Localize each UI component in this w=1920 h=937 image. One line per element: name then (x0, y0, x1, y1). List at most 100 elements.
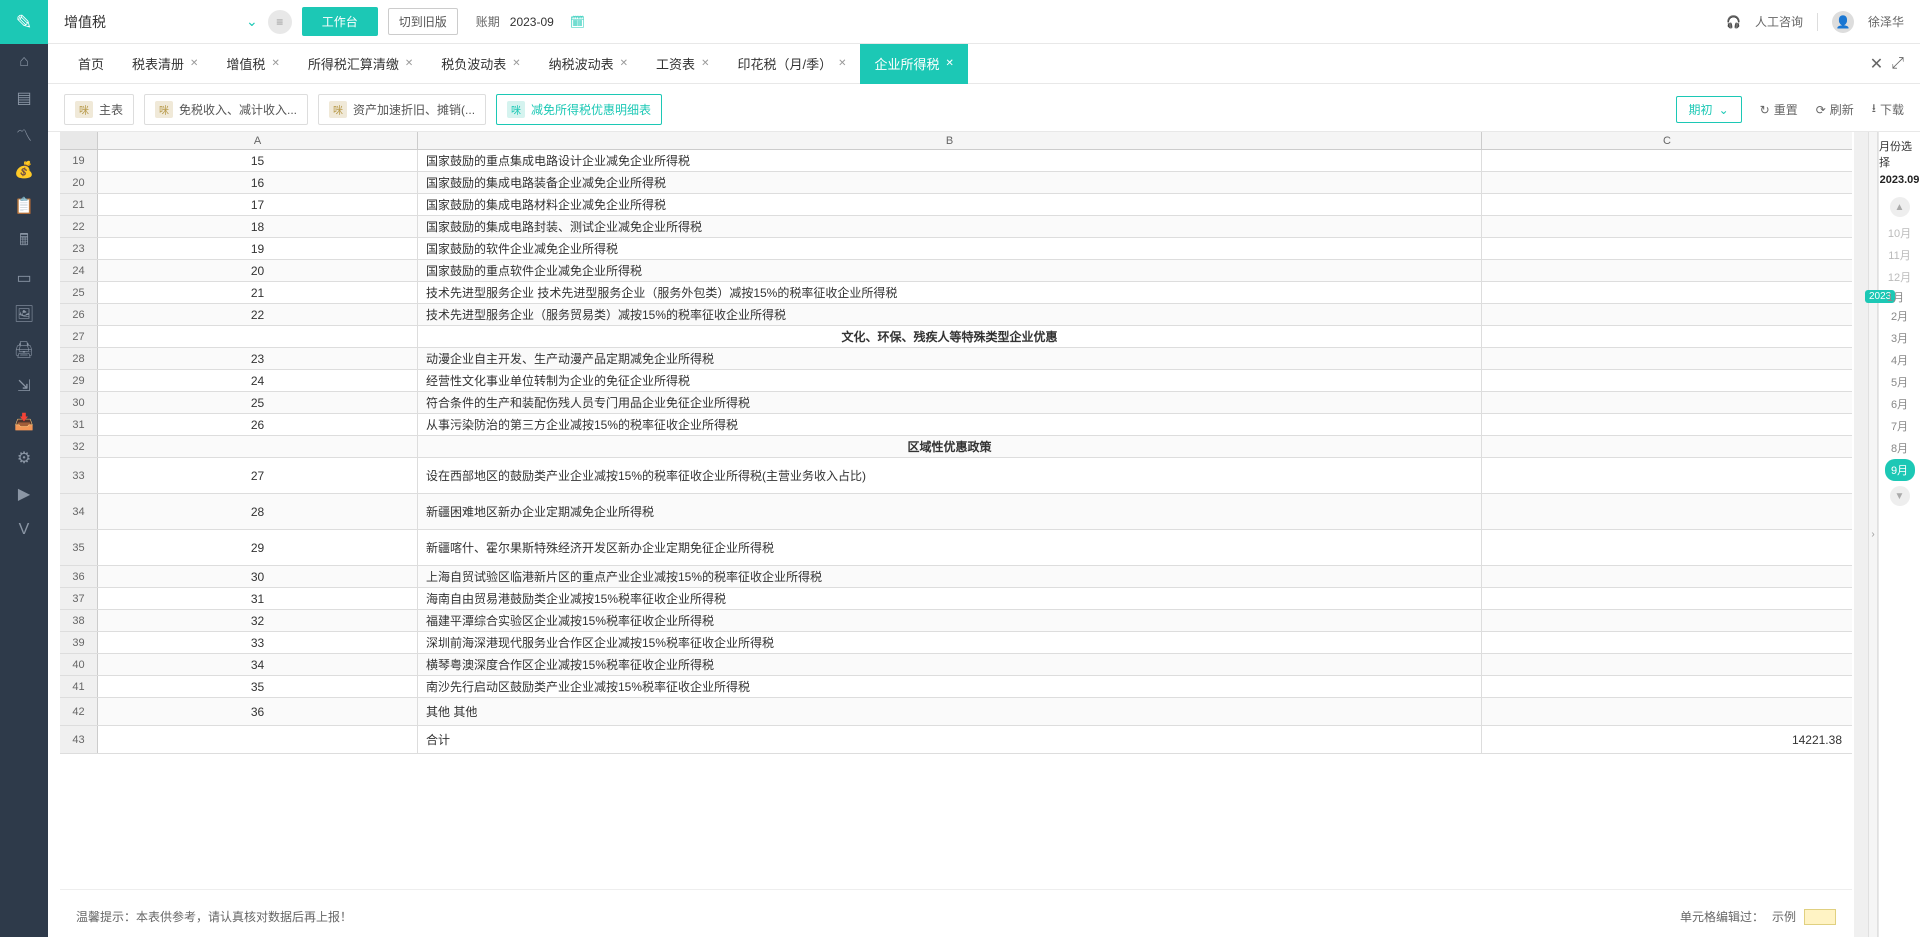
row-number[interactable]: 28 (60, 348, 98, 369)
month-item[interactable]: 1月 (1875, 286, 1916, 308)
table-row[interactable]: 4135南沙先行启动区鼓励类产业企业减按15%税率征收企业所得税 (60, 676, 1852, 698)
cell-c[interactable] (1482, 238, 1852, 259)
table-row[interactable]: 3025符合条件的生产和装配伤残人员专门用品企业免征企业所得税 (60, 392, 1852, 414)
month-item[interactable]: 7月 (1885, 415, 1915, 437)
close-icon[interactable]: ✕ (271, 58, 279, 69)
table-row[interactable]: 3529新疆喀什、霍尔果斯特殊经济开发区新办企业定期免征企业所得税 (60, 530, 1852, 566)
tab-纳税波动表[interactable]: 纳税波动表✕ (535, 44, 642, 84)
cell-a[interactable] (98, 726, 418, 753)
cell-c[interactable] (1482, 194, 1852, 215)
row-number[interactable]: 26 (60, 304, 98, 325)
row-number[interactable]: 22 (60, 216, 98, 237)
switch-old-button[interactable]: 切到旧版 (388, 8, 458, 35)
table-row[interactable]: 3327设在西部地区的鼓励类产业企业减按15%的税率征收企业所得税(主营业务收入… (60, 458, 1852, 494)
month-item[interactable]: 10月 (1888, 222, 1911, 244)
nav-export-icon[interactable]: ⇲ (0, 368, 48, 404)
cell-b[interactable]: 合计 (418, 726, 1482, 753)
expand-icon[interactable]: ⤢ (1891, 55, 1904, 73)
month-item[interactable]: 4月 (1885, 349, 1915, 371)
month-item[interactable]: 5月 (1885, 371, 1915, 393)
row-number[interactable]: 33 (60, 458, 98, 493)
row-number[interactable]: 23 (60, 238, 98, 259)
cell-c[interactable] (1482, 566, 1852, 587)
user-avatar-icon[interactable]: 👤 (1832, 11, 1854, 33)
table-row[interactable]: 3933深圳前海深港现代服务业合作区企业减按15%税率征收企业所得税 (60, 632, 1852, 654)
subtab-item[interactable]: 咪减免所得税优惠明细表 (496, 94, 662, 125)
cell-a[interactable]: 15 (98, 150, 418, 171)
row-number[interactable]: 29 (60, 370, 98, 391)
cell-c[interactable] (1482, 260, 1852, 281)
month-item[interactable]: 2月 (1885, 305, 1915, 327)
table-row[interactable]: 3731海南自由贸易港鼓励类企业减按15%税率征收企业所得税 (60, 588, 1852, 610)
cell-a[interactable]: 24 (98, 370, 418, 391)
cell-b[interactable]: 技术先进型服务企业（服务贸易类）减按15%的税率征收企业所得税 (418, 304, 1482, 325)
cell-c[interactable] (1482, 282, 1852, 303)
row-number[interactable]: 35 (60, 530, 98, 565)
row-number[interactable]: 19 (60, 150, 98, 171)
row-number[interactable]: 38 (60, 610, 98, 631)
row-number[interactable]: 21 (60, 194, 98, 215)
sheet-corner[interactable] (60, 132, 98, 149)
cell-a[interactable]: 22 (98, 304, 418, 325)
table-row[interactable]: 1915国家鼓励的重点集成电路设计企业减免企业所得税 (60, 150, 1852, 172)
cell-a[interactable] (98, 326, 418, 347)
cell-a[interactable]: 31 (98, 588, 418, 609)
nav-inbox-icon[interactable]: 📥 (0, 404, 48, 440)
cell-c[interactable] (1482, 304, 1852, 325)
row-number[interactable]: 37 (60, 588, 98, 609)
tax-type-dropdown[interactable]: 增值税 ⌄ (64, 12, 258, 32)
cell-a[interactable] (98, 436, 418, 457)
month-item[interactable]: 11月 (1888, 244, 1911, 266)
nav-report-icon[interactable]: ▭ (0, 260, 48, 296)
table-row[interactable]: 3630上海自贸试验区临港新片区的重点产业企业减按15%的税率征收企业所得税 (60, 566, 1852, 588)
cell-b[interactable]: 南沙先行启动区鼓励类产业企业减按15%税率征收企业所得税 (418, 676, 1482, 697)
cell-a[interactable]: 28 (98, 494, 418, 529)
close-icon[interactable]: ✕ (512, 58, 520, 69)
nav-print-icon[interactable]: 🖨 (0, 332, 48, 368)
month-item[interactable]: 6月 (1885, 393, 1915, 415)
cell-b[interactable]: 福建平潭综合实验区企业减按15%税率征收企业所得税 (418, 610, 1482, 631)
col-header-a[interactable]: A (98, 132, 418, 149)
nav-clipboard-icon[interactable]: 📋 (0, 188, 48, 224)
cell-a[interactable]: 17 (98, 194, 418, 215)
table-row[interactable]: 2218国家鼓励的集成电路封装、测试企业减免企业所得税 (60, 216, 1852, 238)
nav-video-icon[interactable]: ▶ (0, 476, 48, 512)
table-row[interactable]: 4236其他 其他 (60, 698, 1852, 726)
row-number[interactable]: 24 (60, 260, 98, 281)
cell-c[interactable] (1482, 326, 1852, 347)
cell-a[interactable]: 33 (98, 632, 418, 653)
close-icon[interactable]: ✕ (701, 58, 709, 69)
cell-a[interactable]: 16 (98, 172, 418, 193)
cell-b[interactable]: 其他 其他 (418, 698, 1482, 725)
cell-c[interactable] (1482, 494, 1852, 529)
nav-bag-icon[interactable]: 💰 (0, 152, 48, 188)
row-number[interactable]: 25 (60, 282, 98, 303)
cell-a[interactable]: 35 (98, 676, 418, 697)
cell-b[interactable]: 国家鼓励的重点集成电路设计企业减免企业所得税 (418, 150, 1482, 171)
tab-工资表[interactable]: 工资表✕ (642, 44, 723, 84)
nav-image-icon[interactable]: 🖼 (0, 296, 48, 332)
cell-c[interactable] (1482, 458, 1852, 493)
close-icon[interactable]: ✕ (838, 58, 846, 69)
cell-b[interactable]: 文化、环保、残疾人等特殊类型企业优惠 (418, 326, 1482, 347)
table-row[interactable]: 32区域性优惠政策 (60, 436, 1852, 458)
cell-b[interactable]: 技术先进型服务企业 技术先进型服务企业（服务外包类）减按15%的税率征收企业所得… (418, 282, 1482, 303)
row-number[interactable]: 30 (60, 392, 98, 413)
close-icon[interactable]: ✕ (620, 58, 628, 69)
cell-a[interactable]: 32 (98, 610, 418, 631)
cell-b[interactable]: 国家鼓励的重点软件企业减免企业所得税 (418, 260, 1482, 281)
row-number[interactable]: 42 (60, 698, 98, 725)
collapse-handle[interactable]: › (1868, 132, 1878, 937)
cell-b[interactable]: 从事污染防治的第三方企业减按15%的税率征收企业所得税 (418, 414, 1482, 435)
table-row[interactable]: 4034横琴粤澳深度合作区企业减按15%税率征收企业所得税 (60, 654, 1852, 676)
cell-a[interactable]: 26 (98, 414, 418, 435)
tab-税表清册[interactable]: 税表清册✕ (118, 44, 212, 84)
calendar-icon[interactable]: 🗓 (570, 15, 585, 29)
table-row[interactable]: 3428新疆困难地区新办企业定期减免企业所得税 (60, 494, 1852, 530)
cell-c[interactable] (1482, 172, 1852, 193)
row-number[interactable]: 41 (60, 676, 98, 697)
table-row[interactable]: 27文化、环保、残疾人等特殊类型企业优惠 (60, 326, 1852, 348)
cell-a[interactable]: 25 (98, 392, 418, 413)
table-row[interactable]: 2521技术先进型服务企业 技术先进型服务企业（服务外包类）减按15%的税率征收… (60, 282, 1852, 304)
cell-c[interactable] (1482, 370, 1852, 391)
